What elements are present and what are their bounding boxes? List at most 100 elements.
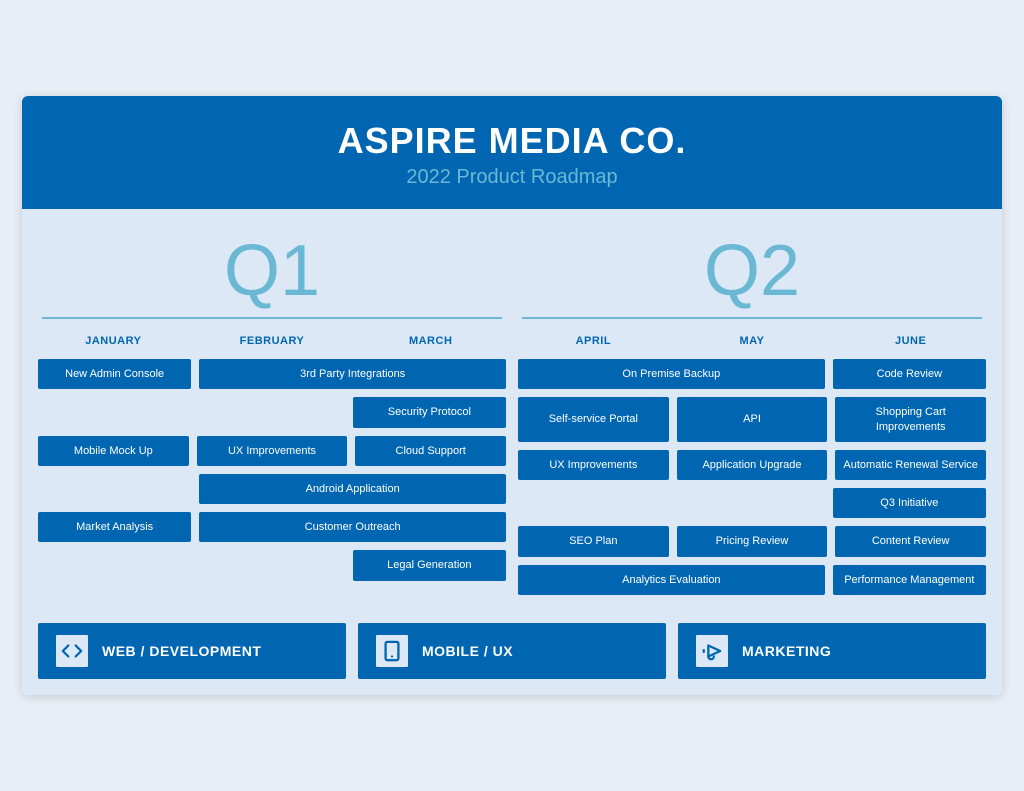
mobile-icon-box <box>374 633 410 669</box>
q1-row-3: Mobile Mock Up UX Improvements Cloud Sup… <box>38 436 506 466</box>
q2-months: APRIL MAY JUNE <box>518 331 986 349</box>
item-android: Android Application <box>199 474 506 504</box>
march-col: MARCH <box>355 331 506 349</box>
main-card: ASPIRE MEDIA CO. 2022 Product Roadmap Q1… <box>22 96 1002 695</box>
roadmap-subtitle: 2022 Product Roadmap <box>42 166 982 189</box>
item-cloud: Cloud Support <box>355 436 506 466</box>
january-label: JANUARY <box>85 335 141 347</box>
cell-shopping: Shopping Cart Improvements <box>835 397 986 442</box>
item-self-service: Self-service Portal <box>518 397 669 442</box>
item-on-premise: On Premise Backup <box>518 359 825 389</box>
megaphone-icon <box>701 640 723 662</box>
item-api: API <box>677 397 828 442</box>
item-customer: Customer Outreach <box>199 512 506 542</box>
item-code-review: Code Review <box>833 359 986 389</box>
cell-3rd-party: 3rd Party Integrations <box>199 359 506 389</box>
mobile-icon <box>381 640 403 662</box>
cell-empty-r2 <box>38 397 345 427</box>
legend-mobile: MOBILE / UX <box>358 623 666 679</box>
cell-empty-q2-r4 <box>518 488 825 518</box>
cell-ux-imp-q2: UX Improvements <box>518 450 669 480</box>
february-col: FEBRUARY <box>197 331 348 349</box>
q1-section: Q1 JANUARY FEBRUARY MARCH New Admin Cons… <box>38 225 506 595</box>
item-new-admin: New Admin Console <box>38 359 191 389</box>
item-empty-r4 <box>38 474 191 504</box>
cell-android: Android Application <box>199 474 506 504</box>
cell-performance: Performance Management <box>833 565 986 595</box>
january-col: JANUARY <box>38 331 189 349</box>
march-label: MARCH <box>409 335 452 347</box>
cell-empty-r6 <box>38 550 345 580</box>
q1-row-6: Legal Generation <box>38 550 506 580</box>
q2-row-5: SEO Plan Pricing Review Content Review <box>518 526 986 556</box>
cell-seo: SEO Plan <box>518 526 669 556</box>
april-label: APRIL <box>576 335 612 347</box>
item-content: Content Review <box>835 526 986 556</box>
q1-row-5: Market Analysis Customer Outreach <box>38 512 506 542</box>
cell-on-premise: On Premise Backup <box>518 359 825 389</box>
item-market: Market Analysis <box>38 512 191 542</box>
cell-security: Security Protocol <box>353 397 506 427</box>
item-performance: Performance Management <box>833 565 986 595</box>
item-analytics: Analytics Evaluation <box>518 565 825 595</box>
item-3rd-party: 3rd Party Integrations <box>199 359 506 389</box>
company-title: ASPIRE MEDIA CO. <box>42 120 982 162</box>
q1-row-2: Security Protocol <box>38 397 506 427</box>
cell-cloud: Cloud Support <box>355 436 506 466</box>
item-empty-q2-r4 <box>518 488 825 518</box>
q1-divider <box>42 317 502 319</box>
cell-app-upgrade: Application Upgrade <box>677 450 828 480</box>
may-label: MAY <box>740 335 765 347</box>
cell-self-service: Self-service Portal <box>518 397 669 442</box>
cell-customer: Customer Outreach <box>199 512 506 542</box>
footer: WEB / DEVELOPMENT MOBILE / UX MARKETING <box>22 611 1002 695</box>
code-icon-box <box>54 633 90 669</box>
cell-market: Market Analysis <box>38 512 191 542</box>
q2-grid: On Premise Backup Code Review Self-servi… <box>518 359 986 595</box>
february-label: FEBRUARY <box>240 335 305 347</box>
item-ux-imp-q2: UX Improvements <box>518 450 669 480</box>
june-label: JUNE <box>895 335 926 347</box>
item-seo: SEO Plan <box>518 526 669 556</box>
cell-api: API <box>677 397 828 442</box>
cell-q3-initiative: Q3 Initiative <box>833 488 986 518</box>
q2-row-3: UX Improvements Application Upgrade Auto… <box>518 450 986 480</box>
item-ux-imp: UX Improvements <box>197 436 348 466</box>
legend-marketing: MARKETING <box>678 623 986 679</box>
cell-code-review: Code Review <box>833 359 986 389</box>
item-mobile-mock: Mobile Mock Up <box>38 436 189 466</box>
cell-ux-imp: UX Improvements <box>197 436 348 466</box>
q2-label: Q2 <box>518 225 986 311</box>
april-col: APRIL <box>518 331 669 349</box>
item-empty-r6 <box>38 550 345 580</box>
code-icon <box>61 640 83 662</box>
q2-divider <box>522 317 982 319</box>
item-shopping: Shopping Cart Improvements <box>835 397 986 442</box>
item-pricing: Pricing Review <box>677 526 828 556</box>
item-security: Security Protocol <box>353 397 506 427</box>
cell-auto-renewal: Automatic Renewal Service <box>835 450 986 480</box>
mobile-label: MOBILE / UX <box>422 643 513 659</box>
june-col: JUNE <box>835 331 986 349</box>
item-empty-r2 <box>38 397 345 427</box>
q1-grid: New Admin Console 3rd Party Integrations… <box>38 359 506 581</box>
header: ASPIRE MEDIA CO. 2022 Product Roadmap <box>22 96 1002 209</box>
cell-mobile-mock: Mobile Mock Up <box>38 436 189 466</box>
item-legal: Legal Generation <box>353 550 506 580</box>
cell-new-admin: New Admin Console <box>38 359 191 389</box>
cell-analytics: Analytics Evaluation <box>518 565 825 595</box>
q2-section: Q2 APRIL MAY JUNE On Premise Backup <box>518 225 986 595</box>
q2-row-4: Q3 Initiative <box>518 488 986 518</box>
item-auto-renewal: Automatic Renewal Service <box>835 450 986 480</box>
may-col: MAY <box>677 331 828 349</box>
cell-pricing: Pricing Review <box>677 526 828 556</box>
cell-content: Content Review <box>835 526 986 556</box>
marketing-label: MARKETING <box>742 643 831 659</box>
q1-months: JANUARY FEBRUARY MARCH <box>38 331 506 349</box>
legend-web: WEB / DEVELOPMENT <box>38 623 346 679</box>
megaphone-icon-box <box>694 633 730 669</box>
item-q3-initiative: Q3 Initiative <box>833 488 986 518</box>
item-app-upgrade: Application Upgrade <box>677 450 828 480</box>
cell-empty-r4 <box>38 474 191 504</box>
q2-row-6: Analytics Evaluation Performance Managem… <box>518 565 986 595</box>
